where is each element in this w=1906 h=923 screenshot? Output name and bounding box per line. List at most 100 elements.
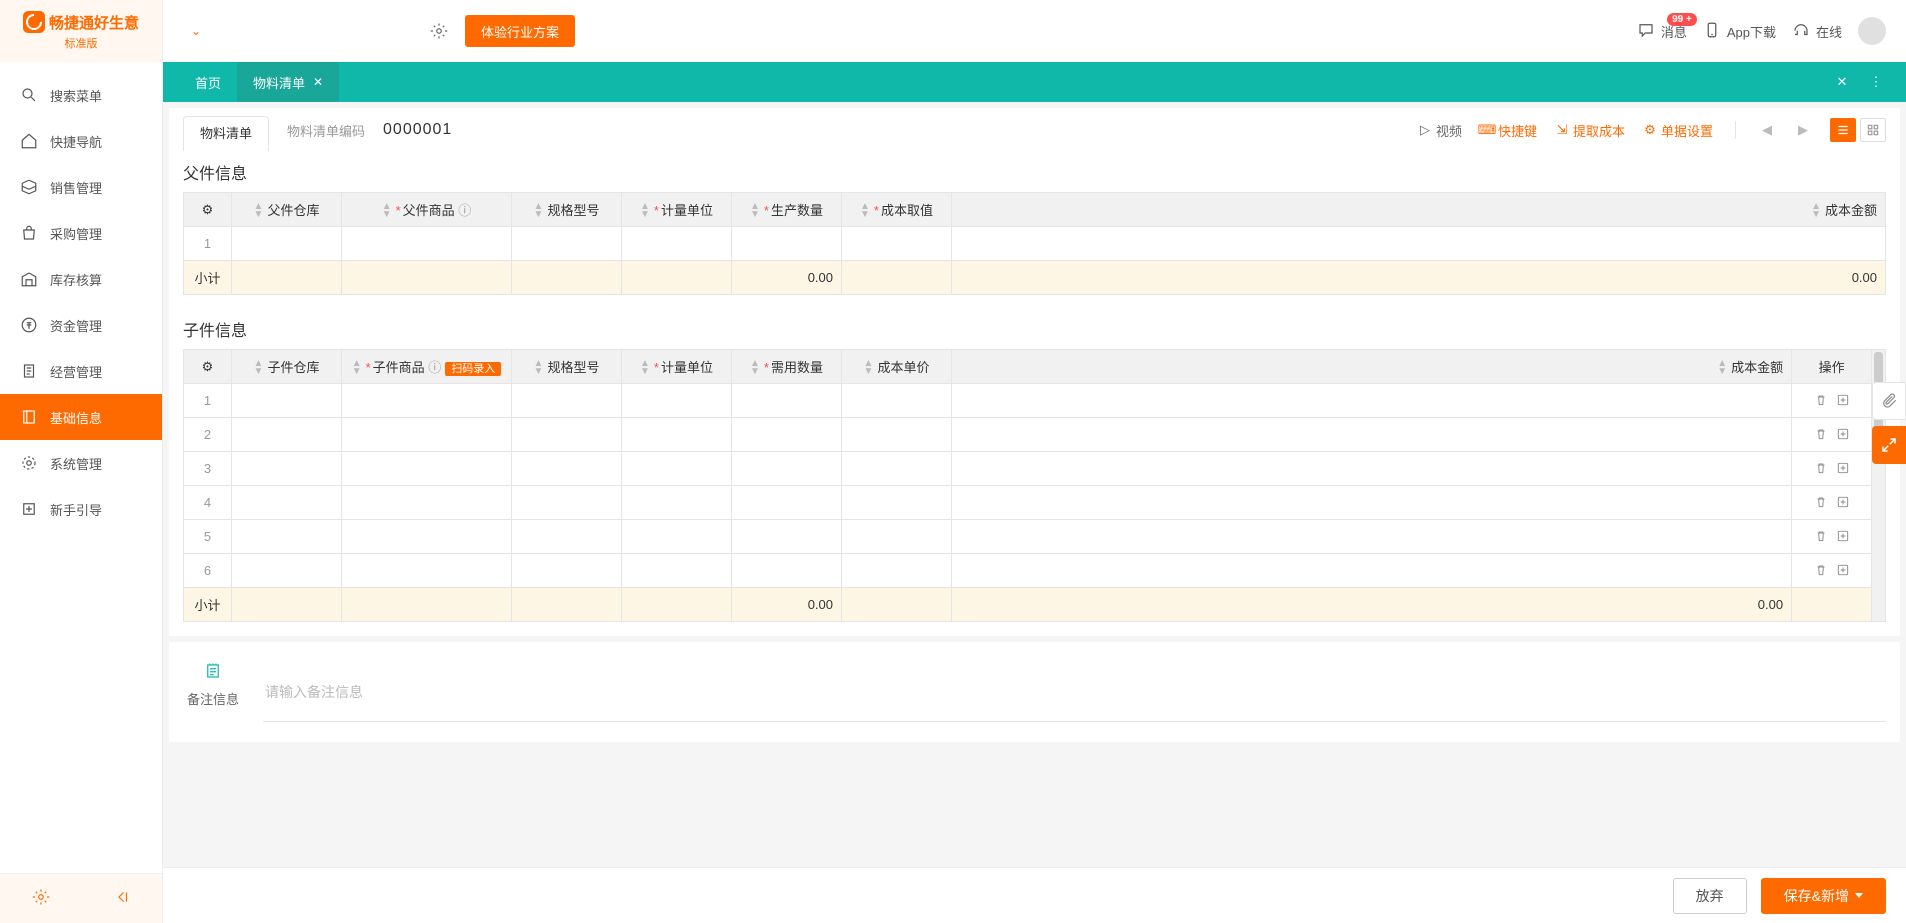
col-parent-costmode[interactable]: *成本取值: [842, 193, 952, 227]
delete-row-button[interactable]: [1812, 459, 1830, 477]
tab-close-all-button[interactable]: ✕: [1828, 68, 1856, 96]
collapse-icon[interactable]: [113, 888, 131, 909]
video-link[interactable]: ▷视频: [1418, 121, 1462, 140]
doc-tab[interactable]: 物料清单: [183, 116, 269, 151]
sidebar-item-label: 系统管理: [50, 454, 102, 473]
col-child-ops: 操作: [1792, 350, 1872, 384]
sidebar-item-sales[interactable]: 销售管理: [0, 164, 162, 210]
close-icon[interactable]: ✕: [313, 75, 323, 89]
main-menu: 搜索菜单 快捷导航 销售管理 采购管理 库存核算 资金管理 经营管理 基础信息 …: [0, 62, 162, 873]
col-child-spec[interactable]: 规格型号: [512, 350, 622, 384]
sidebar-item-funds[interactable]: 资金管理: [0, 302, 162, 348]
add-row-button[interactable]: [1834, 561, 1852, 579]
sidebar-item-guide[interactable]: 新手引导: [0, 486, 162, 532]
sidebar-item-search[interactable]: 搜索菜单: [0, 72, 162, 118]
table-row[interactable]: 6: [184, 554, 1872, 588]
tab-bom[interactable]: 物料清单 ✕: [237, 62, 339, 102]
home-icon: [20, 132, 38, 150]
bag-icon: [20, 224, 38, 242]
book-icon: [20, 408, 38, 426]
sidebar-item-quicknav[interactable]: 快捷导航: [0, 118, 162, 164]
col-child-warehouse[interactable]: 子件仓库: [232, 350, 342, 384]
sidebar-item-inventory[interactable]: 库存核算: [0, 256, 162, 302]
col-child-amt[interactable]: 成本金额: [952, 350, 1792, 384]
org-settings-button[interactable]: [429, 21, 449, 41]
remark-input[interactable]: [263, 662, 1886, 722]
add-row-button[interactable]: [1834, 425, 1852, 443]
clipboard-icon: [20, 362, 38, 380]
col-child-price[interactable]: 成本单价: [842, 350, 952, 384]
chevron-down-icon: [1855, 893, 1863, 898]
messages-button[interactable]: 消息 99 +: [1637, 21, 1687, 42]
save-new-button[interactable]: 保存&新增: [1761, 878, 1886, 914]
col-parent-product[interactable]: *父件商品 ⓘ: [342, 193, 512, 227]
gear-col[interactable]: ⚙: [184, 350, 232, 384]
table-row[interactable]: 1: [184, 384, 1872, 418]
add-row-button[interactable]: [1834, 459, 1852, 477]
remark-label: 备注信息: [187, 689, 239, 708]
table-row[interactable]: 4: [184, 486, 1872, 520]
org-selector[interactable]: ⌄: [183, 24, 413, 38]
table-row[interactable]: 2: [184, 418, 1872, 452]
help-icon[interactable]: ⓘ: [458, 203, 471, 218]
sidebar-item-basedata[interactable]: 基础信息: [0, 394, 162, 440]
table-row[interactable]: 1: [184, 227, 1886, 261]
add-row-button[interactable]: [1834, 493, 1852, 511]
scan-entry-tag[interactable]: 扫码录入: [445, 362, 501, 376]
col-child-need[interactable]: *需用数量: [732, 350, 842, 384]
view-form-button[interactable]: [1830, 118, 1856, 142]
warehouse-icon: [20, 270, 38, 288]
col-parent-unit[interactable]: *计量单位: [622, 193, 732, 227]
child-subtotal-row: 小计 0.00 0.00: [184, 588, 1872, 622]
delete-row-button[interactable]: [1812, 425, 1830, 443]
sidebar-item-system[interactable]: 系统管理: [0, 440, 162, 486]
sidebar-item-label: 基础信息: [50, 408, 102, 427]
table-row[interactable]: 3: [184, 452, 1872, 486]
delete-row-button[interactable]: [1812, 391, 1830, 409]
help-icon[interactable]: ⓘ: [428, 360, 441, 375]
settings-icon[interactable]: [32, 888, 50, 909]
next-doc-button[interactable]: ▶: [1794, 122, 1812, 138]
tab-label: 物料清单: [253, 73, 305, 92]
add-row-button[interactable]: [1834, 527, 1852, 545]
tab-more-button[interactable]: ⋮: [1862, 68, 1890, 96]
view-grid-button[interactable]: [1860, 118, 1886, 142]
gear-col[interactable]: ⚙: [184, 193, 232, 227]
doc-settings-link[interactable]: ⚙单据设置: [1643, 121, 1713, 140]
online-service-button[interactable]: 在线: [1792, 21, 1842, 42]
col-parent-qty[interactable]: *生产数量: [732, 193, 842, 227]
app-label: App下载: [1727, 22, 1776, 41]
tab-home[interactable]: 首页: [179, 62, 237, 102]
brand-edition: 标准版: [65, 35, 98, 51]
delete-row-button[interactable]: [1812, 493, 1830, 511]
sidebar-item-biz[interactable]: 经营管理: [0, 348, 162, 394]
shortcut-link[interactable]: ⌨快捷键: [1480, 121, 1537, 140]
sparkle-icon: [20, 500, 38, 518]
table-row[interactable]: 5: [184, 520, 1872, 554]
divider: [1735, 121, 1736, 139]
extract-cost-link[interactable]: ⇲提取成本: [1555, 121, 1625, 140]
col-child-unit[interactable]: *计量单位: [622, 350, 732, 384]
col-child-product[interactable]: *子件商品 ⓘ扫码录入: [342, 350, 512, 384]
delete-row-button[interactable]: [1812, 527, 1830, 545]
expand-tab[interactable]: [1872, 426, 1906, 464]
sidebar: 畅捷通好生意 标准版 搜索菜单 快捷导航 销售管理 采购管理 库存核算 资金管理…: [0, 0, 163, 923]
delete-row-button[interactable]: [1812, 561, 1830, 579]
col-parent-spec[interactable]: 规格型号: [512, 193, 622, 227]
col-parent-warehouse[interactable]: 父件仓库: [232, 193, 342, 227]
discard-button[interactable]: 放弃: [1673, 878, 1747, 914]
attachment-tab[interactable]: [1872, 382, 1906, 420]
phone-icon: [1703, 21, 1721, 42]
doc-code: 0000001: [383, 121, 452, 139]
avatar[interactable]: [1858, 17, 1886, 45]
prev-doc-button[interactable]: ◀: [1758, 122, 1776, 138]
sidebar-item-purchase[interactable]: 采购管理: [0, 210, 162, 256]
headset-icon: [1792, 21, 1810, 42]
add-row-button[interactable]: [1834, 391, 1852, 409]
doc-code-label: 物料清单编码: [287, 121, 365, 140]
child-section: 子件信息 ⚙ 子件仓库 *子件商品 ⓘ扫码录入 规格型号 *计量单位 *需用数量…: [169, 309, 1900, 636]
col-parent-costamt[interactable]: 成本金额: [952, 193, 1886, 227]
promo-button[interactable]: 体验行业方案: [465, 15, 575, 47]
app-download-button[interactable]: App下载: [1703, 21, 1776, 42]
footer: 放弃 保存&新增: [163, 867, 1906, 923]
